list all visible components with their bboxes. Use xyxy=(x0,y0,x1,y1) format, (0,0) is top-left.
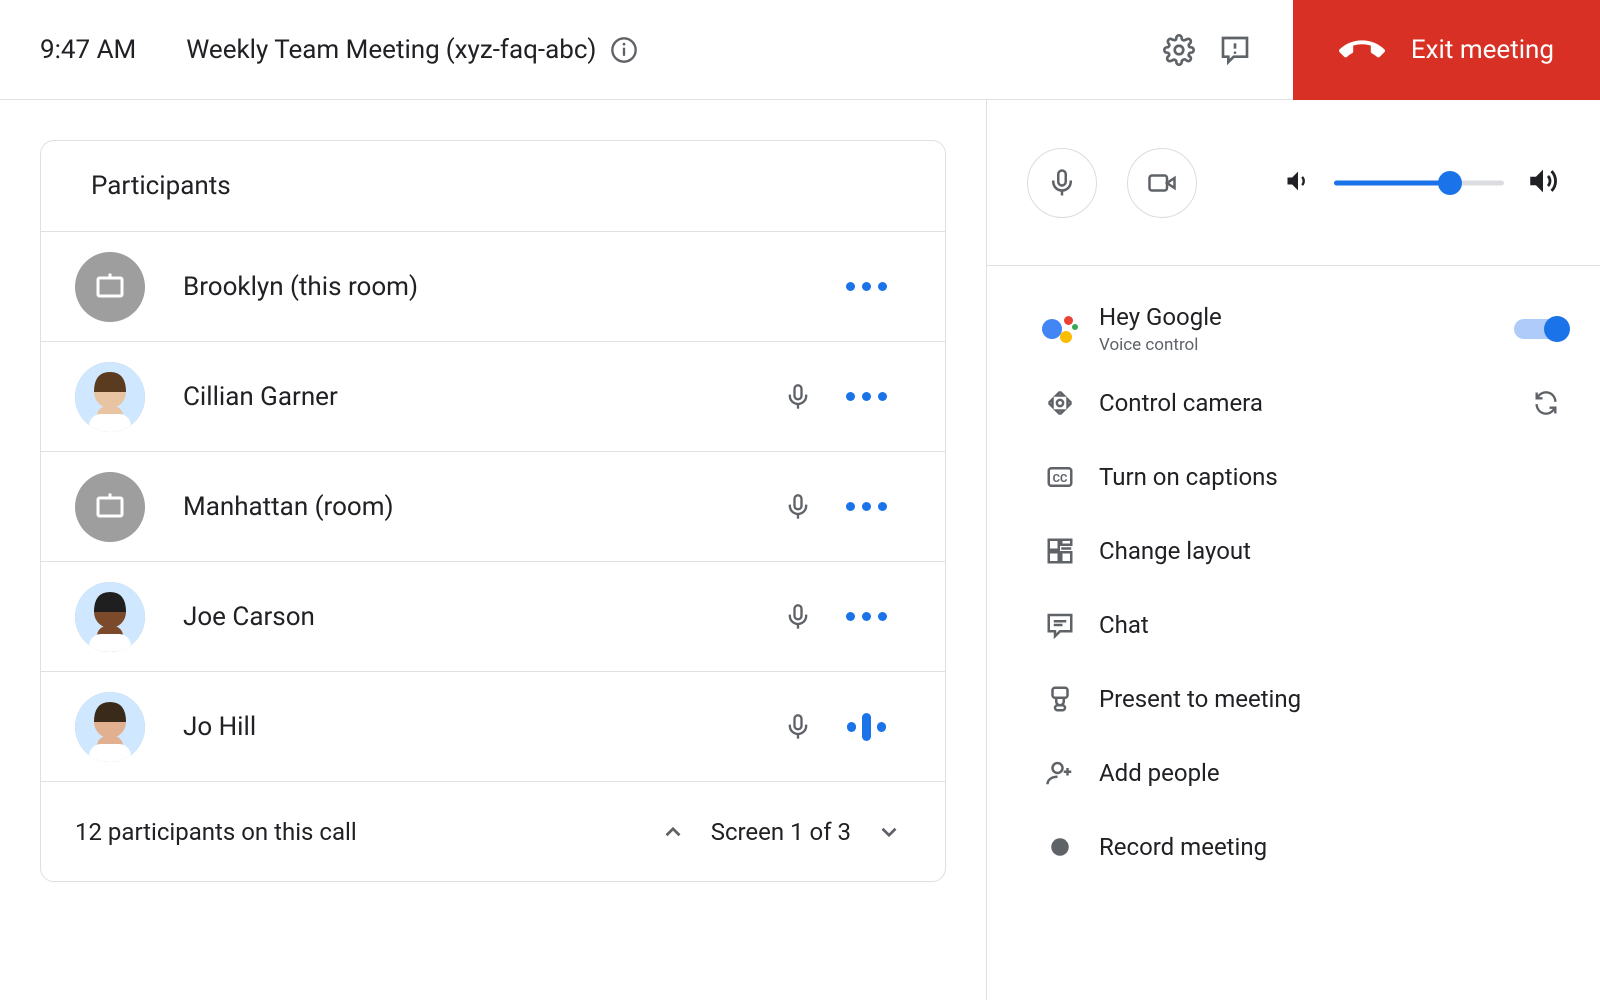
google-assistant-icon xyxy=(1021,311,1099,347)
participant-name: Jo Hill xyxy=(183,712,775,742)
info-icon[interactable] xyxy=(610,36,638,64)
room-icon xyxy=(75,252,145,322)
participant-row: Cillian Garner xyxy=(41,341,945,451)
option-label: Control camera xyxy=(1099,389,1526,417)
option-record[interactable]: Record meeting xyxy=(1011,810,1576,884)
participant-name: Brooklyn (this room) xyxy=(183,272,775,302)
options-panel: Hey Google Voice control Control camera C… xyxy=(987,266,1600,910)
option-label: Turn on captions xyxy=(1099,463,1566,491)
option-label: Chat xyxy=(1099,611,1566,639)
av-controls-bar xyxy=(987,100,1600,266)
exit-meeting-label: Exit meeting xyxy=(1411,35,1554,65)
hangup-icon xyxy=(1339,27,1385,73)
volume-slider[interactable] xyxy=(1334,171,1504,195)
participant-row: Jo Hill xyxy=(41,671,945,781)
microphone-toggle[interactable] xyxy=(1027,148,1097,218)
option-voice-control[interactable]: Hey Google Voice control xyxy=(1011,292,1576,366)
voice-control-toggle[interactable] xyxy=(1514,319,1566,339)
option-camera-control[interactable]: Control camera xyxy=(1011,366,1576,440)
option-label: Record meeting xyxy=(1099,833,1566,861)
option-captions[interactable]: CC Turn on captions xyxy=(1011,440,1576,514)
option-present[interactable]: Present to meeting xyxy=(1011,662,1576,736)
meeting-title: Weekly Team Meeting xyxy=(186,35,440,65)
participants-card: Participants Brooklyn (this room) Cillia… xyxy=(40,140,946,882)
option-chat[interactable]: Chat xyxy=(1011,588,1576,662)
present-icon xyxy=(1021,684,1099,714)
participant-more-button[interactable] xyxy=(821,612,911,621)
camera-control-icon xyxy=(1021,388,1099,418)
option-subtitle: Voice control xyxy=(1099,335,1514,355)
meeting-code: (xyz-faq-abc) xyxy=(446,35,597,65)
option-label: Add people xyxy=(1099,759,1566,787)
participants-count: 12 participants on this call xyxy=(75,818,357,846)
option-label: Change layout xyxy=(1099,537,1566,565)
exit-meeting-button[interactable]: Exit meeting xyxy=(1293,0,1600,100)
option-layout[interactable]: Change layout xyxy=(1011,514,1576,588)
avatar xyxy=(75,582,145,652)
mic-icon[interactable] xyxy=(775,493,821,521)
participants-heading: Participants xyxy=(41,141,945,231)
participant-row: Brooklyn (this room) xyxy=(41,231,945,341)
pager-label: Screen 1 of 3 xyxy=(711,818,851,846)
participant-name: Joe Carson xyxy=(183,602,775,632)
pager-next-button[interactable] xyxy=(867,810,911,854)
volume-high-icon xyxy=(1526,164,1560,202)
feedback-icon[interactable] xyxy=(1207,22,1263,78)
mic-icon[interactable] xyxy=(775,603,821,631)
participant-more-button[interactable] xyxy=(821,392,911,401)
option-label: Hey Google xyxy=(1099,303,1514,331)
chat-icon xyxy=(1021,610,1099,640)
option-add-people[interactable]: Add people xyxy=(1011,736,1576,810)
avatar xyxy=(75,692,145,762)
participant-more-button[interactable] xyxy=(821,713,911,741)
captions-icon: CC xyxy=(1021,462,1099,492)
participant-more-button[interactable] xyxy=(821,502,911,511)
mic-icon[interactable] xyxy=(775,383,821,411)
sync-icon[interactable] xyxy=(1526,389,1566,417)
participant-row: Joe Carson xyxy=(41,561,945,671)
svg-text:CC: CC xyxy=(1053,472,1068,485)
layout-icon xyxy=(1021,536,1099,566)
clock-time: 9:47 AM xyxy=(40,35,136,65)
avatar xyxy=(75,362,145,432)
settings-icon[interactable] xyxy=(1151,22,1207,78)
option-label: Present to meeting xyxy=(1099,685,1566,713)
participant-name: Manhattan (room) xyxy=(183,492,775,522)
volume-low-icon xyxy=(1284,167,1312,199)
participants-footer: 12 participants on this call Screen 1 of… xyxy=(41,781,945,881)
room-icon xyxy=(75,472,145,542)
participant-row: Manhattan (room) xyxy=(41,451,945,561)
participant-name: Cillian Garner xyxy=(183,382,775,412)
header-bar: 9:47 AM Weekly Team Meeting (xyz-faq-abc… xyxy=(0,0,1600,100)
add-people-icon xyxy=(1021,758,1099,788)
pager-prev-button[interactable] xyxy=(651,810,695,854)
speaking-indicator xyxy=(847,713,886,741)
mic-icon[interactable] xyxy=(775,713,821,741)
camera-toggle[interactable] xyxy=(1127,148,1197,218)
participant-more-button[interactable] xyxy=(821,282,911,291)
record-icon xyxy=(1021,832,1099,862)
